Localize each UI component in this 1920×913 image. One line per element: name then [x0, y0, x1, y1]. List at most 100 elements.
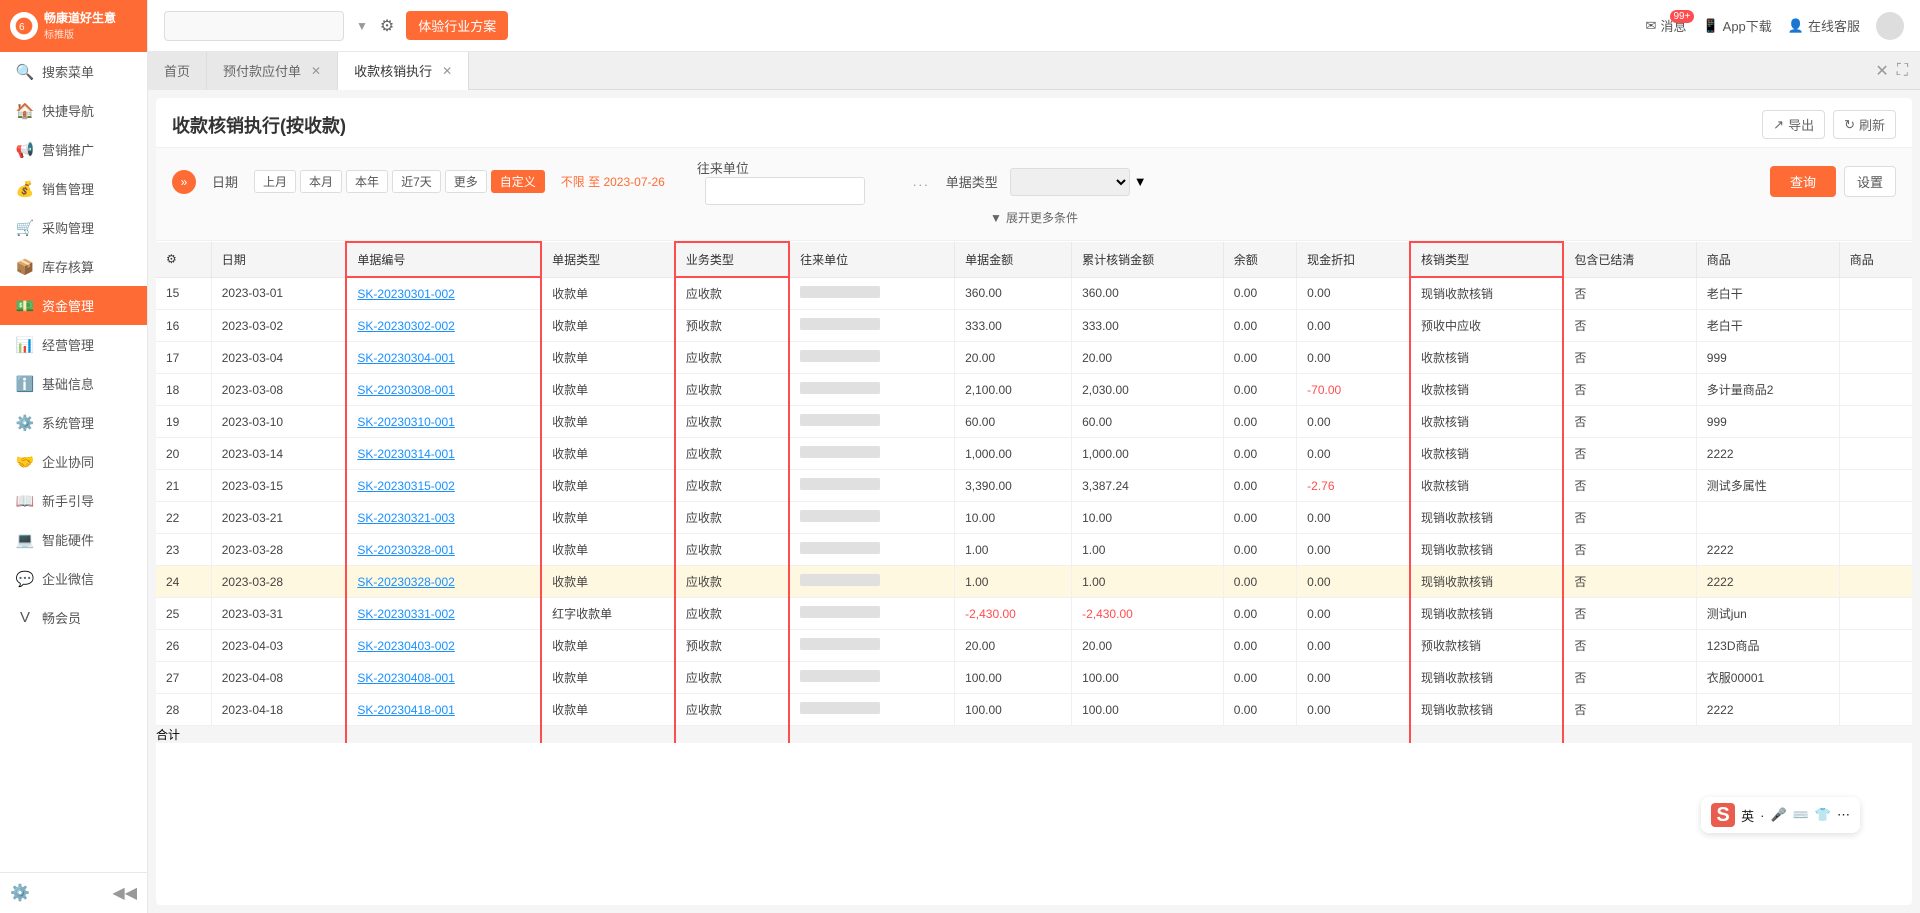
bill-no-link[interactable]: SK-20230310-001: [357, 415, 454, 429]
sidebar-item-guide[interactable]: 📖新手引导: [0, 481, 147, 520]
cell-unit: [789, 406, 955, 438]
query-btn[interactable]: 查询: [1770, 166, 1836, 197]
col-bill-type: 单据类型: [541, 242, 675, 277]
collapse-icon[interactable]: ◀◀: [112, 883, 137, 903]
tabs-right-controls: ✕ ⛶: [1875, 61, 1920, 81]
cell-no: 24: [156, 566, 211, 598]
sidebar-item-sales[interactable]: 💰销售管理: [0, 169, 147, 208]
table-row: 20 2023-03-14 SK-20230314-001 收款单 应收款 1,…: [156, 438, 1912, 470]
user-avatar[interactable]: [1876, 12, 1904, 40]
cell-unit: [789, 694, 955, 726]
sidebar-item-operation[interactable]: 📊经营管理: [0, 325, 147, 364]
cell-date: 2023-04-08: [211, 662, 346, 694]
toolbar-mic-icon[interactable]: 🎤: [1770, 807, 1786, 823]
unit-filter-input[interactable]: [705, 177, 865, 205]
cell-no: 21: [156, 470, 211, 502]
tab-prepay[interactable]: 预付款应付单 ✕: [207, 52, 338, 90]
date-btn-more[interactable]: 更多: [445, 170, 487, 193]
sidebar-item-enterprise[interactable]: 🤝企业协同: [0, 442, 147, 481]
tab-maximize-icon[interactable]: ⛶: [1897, 62, 1908, 80]
tab-close-all-icon[interactable]: ✕: [1875, 61, 1888, 81]
bill-no-link[interactable]: SK-20230315-002: [357, 479, 454, 493]
filter-area: » 日期 上月 本月 本年 近7天 更多 自定义 不限 至 2023-07-26…: [156, 148, 1912, 241]
sidebar-item-hardware[interactable]: 💻智能硬件: [0, 520, 147, 559]
table-header-row: ⚙ 日期 单据编号 单据类型 业务类型 往来单位 单据金额 累计核销金额 余额 …: [156, 242, 1912, 277]
sidebar-item-system[interactable]: ⚙️系统管理: [0, 403, 147, 442]
settings-icon[interactable]: ⚙️: [10, 883, 30, 903]
cell-included: 否: [1563, 630, 1696, 662]
toolbar-keyboard-icon[interactable]: ⌨️: [1793, 807, 1809, 823]
date-btn-last-month[interactable]: 上月: [254, 170, 296, 193]
sidebar-item-finance[interactable]: 💵资金管理: [0, 286, 147, 325]
message-action[interactable]: ✉ 消息 99+: [1646, 16, 1687, 35]
cell-accum: 3,387.24: [1072, 470, 1224, 502]
finance-icon: 💵: [16, 297, 34, 315]
bill-no-link[interactable]: SK-20230328-002: [357, 575, 454, 589]
sidebar-item-quick[interactable]: 🏠快捷导航: [0, 91, 147, 130]
cell-accum: 100.00: [1072, 694, 1224, 726]
inventory-icon: 📦: [16, 258, 34, 276]
cell-cancel-type: 现销收款核销: [1410, 566, 1563, 598]
topbar-search-input[interactable]: [164, 11, 344, 41]
bill-no-link[interactable]: SK-20230314-001: [357, 447, 454, 461]
quick-icon: 🏠: [16, 102, 34, 120]
bill-no-link[interactable]: SK-20230321-003: [357, 511, 454, 525]
bill-no-link[interactable]: SK-20230418-001: [357, 703, 454, 717]
sidebar-item-wechat[interactable]: 💬企业微信: [0, 559, 147, 598]
tab-prepay-label: 预付款应付单: [223, 61, 301, 80]
sidebar-item-member[interactable]: V畅会员: [0, 598, 147, 637]
app-sub: 标推版: [44, 26, 116, 41]
date-btn-this-year[interactable]: 本年: [346, 170, 388, 193]
col-settings[interactable]: ⚙: [156, 242, 211, 277]
col-goods2: 商品: [1839, 242, 1912, 277]
toolbar-s-btn[interactable]: S: [1711, 803, 1735, 827]
toolbar-shirt-icon[interactable]: 👕: [1815, 807, 1831, 823]
date-btn-7days[interactable]: 近7天: [392, 170, 441, 193]
topbar: ▼ ⚙ 体验行业方案 ✉ 消息 99+ 📱 App下载 👤 在线客服: [148, 0, 1920, 52]
tab-collection-close[interactable]: ✕: [442, 64, 452, 78]
toolbar-more-icon[interactable]: ⋯: [1837, 807, 1850, 823]
sidebar-item-marketing[interactable]: 📢营销推广: [0, 130, 147, 169]
date-btn-this-month[interactable]: 本月: [300, 170, 342, 193]
industry-btn[interactable]: 体验行业方案: [406, 11, 508, 40]
topbar-gear-icon[interactable]: ⚙: [380, 16, 394, 36]
cell-amount: 1,000.00: [955, 438, 1072, 470]
expand-filter-btn[interactable]: ▼ 展开更多条件: [172, 205, 1896, 230]
date-filter-label: 日期: [212, 172, 238, 191]
bill-no-link[interactable]: SK-20230308-001: [357, 383, 454, 397]
footer-biz-type: [675, 726, 789, 744]
tab-collection[interactable]: 收款核销执行 ✕: [338, 52, 469, 90]
cell-amount: -2,430.00: [955, 598, 1072, 630]
app-download-action[interactable]: 📱 App下载: [1702, 16, 1771, 35]
bill-no-link[interactable]: SK-20230408-001: [357, 671, 454, 685]
date-btn-custom[interactable]: 自定义: [491, 170, 545, 193]
bill-no-link[interactable]: SK-20230328-001: [357, 543, 454, 557]
cell-biz-type: 应收款: [675, 438, 789, 470]
cell-included: 否: [1563, 277, 1696, 310]
type-filter-select[interactable]: [1010, 168, 1130, 196]
sidebar-label-hardware: 智能硬件: [42, 530, 94, 549]
cell-cancel-type: 现销收款核销: [1410, 277, 1563, 310]
filter-toggle-btn[interactable]: »: [172, 170, 196, 194]
bill-no-link[interactable]: SK-20230304-001: [357, 351, 454, 365]
sidebar-item-basic[interactable]: ℹ️基础信息: [0, 364, 147, 403]
cell-goods1: 衣服00001: [1696, 662, 1839, 694]
online-service-action[interactable]: 👤 在线客服: [1788, 16, 1860, 35]
topbar-arrow-icon: ▼: [356, 19, 368, 33]
bill-no-link[interactable]: SK-20230331-002: [357, 607, 454, 621]
bill-no-link[interactable]: SK-20230301-002: [357, 287, 454, 301]
footer-discount: [1297, 726, 1410, 744]
export-icon: ↗: [1773, 117, 1784, 133]
bill-no-link[interactable]: SK-20230403-002: [357, 639, 454, 653]
tab-home[interactable]: 首页: [148, 52, 207, 90]
sidebar-item-inventory[interactable]: 📦库存核算: [0, 247, 147, 286]
expand-icon: ▼: [990, 211, 1002, 225]
sidebar-item-purchase[interactable]: 🛒采购管理: [0, 208, 147, 247]
refresh-btn[interactable]: ↻ 刷新: [1833, 110, 1896, 139]
cell-amount: 20.00: [955, 630, 1072, 662]
export-btn[interactable]: ↗ 导出: [1762, 110, 1825, 139]
tab-prepay-close[interactable]: ✕: [311, 64, 321, 78]
bill-no-link[interactable]: SK-20230302-002: [357, 319, 454, 333]
sidebar-item-search[interactable]: 🔍搜索菜单: [0, 52, 147, 91]
set-btn[interactable]: 设置: [1844, 166, 1896, 197]
